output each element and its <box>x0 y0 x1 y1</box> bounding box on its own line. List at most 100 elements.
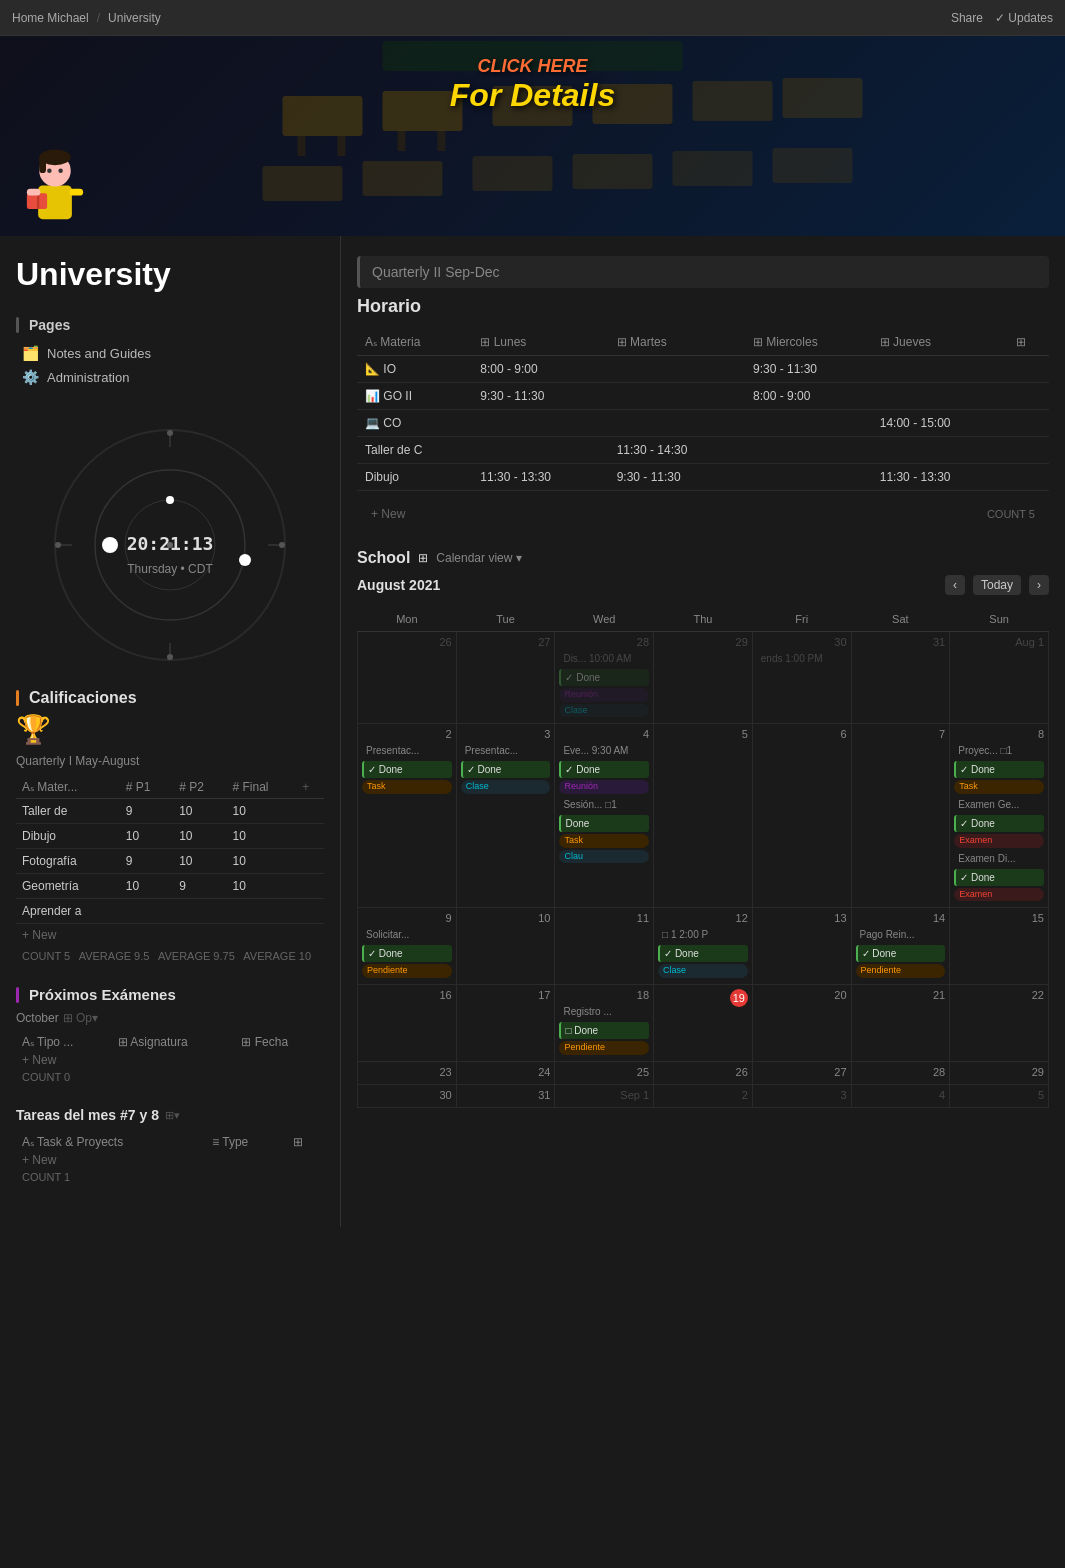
calendar-event[interactable]: Done <box>559 815 649 832</box>
calendar-event[interactable]: Solicitar... <box>362 926 452 943</box>
calendar-cell[interactable]: 28 <box>851 1061 950 1084</box>
calendar-event[interactable]: ✓ Done <box>461 761 551 778</box>
calendar-cell[interactable]: 5 <box>654 724 753 908</box>
calendar-cell[interactable]: 30 <box>358 1084 457 1107</box>
calendar-event[interactable]: □ 1 2:00 P <box>658 926 748 943</box>
calendar-cell[interactable]: 4 <box>851 1084 950 1107</box>
calendar-event[interactable]: Presentac... <box>362 742 452 759</box>
calendar-cell[interactable]: 13 <box>752 908 851 985</box>
calendar-event[interactable]: Presentac... <box>461 742 551 759</box>
calendar-cell[interactable]: 26 <box>358 632 457 724</box>
home-breadcrumb[interactable]: Home Michael <box>12 11 89 25</box>
calendar-event[interactable]: Proyec... □1 <box>954 742 1044 759</box>
next-month-button[interactable]: › <box>1029 575 1049 595</box>
schedule-add-new[interactable]: + New <box>365 503 411 525</box>
calendar-event[interactable]: □ Done <box>559 1022 649 1039</box>
calendar-event[interactable]: Clase <box>658 964 748 978</box>
calendar-cell[interactable]: 25 <box>555 1061 654 1084</box>
calendar-event[interactable]: Clase <box>461 780 551 794</box>
calendar-cell[interactable]: 3Presentac...✓ DoneClase <box>456 724 555 908</box>
calendar-cell[interactable]: 19 <box>654 985 753 1062</box>
calendar-event[interactable]: Dis... 10:00 AM <box>559 650 649 667</box>
administration-item[interactable]: ⚙️ Administration <box>16 365 324 389</box>
calendar-cell[interactable]: 21 <box>851 985 950 1062</box>
calendar-event[interactable]: ✓ Done <box>559 761 649 778</box>
calendar-event[interactable]: Eve... 9:30 AM <box>559 742 649 759</box>
day-number: 13 <box>757 912 847 924</box>
calendar-cell[interactable]: Aug 1 <box>950 632 1049 724</box>
calendar-cell[interactable]: 31 <box>456 1084 555 1107</box>
calendar-event[interactable]: Reunión <box>559 780 649 794</box>
calendar-event[interactable]: ✓ Done <box>954 869 1044 886</box>
updates-button[interactable]: ✓ Updates <box>995 11 1053 25</box>
calendar-cell[interactable]: 30ends 1:00 PM <box>752 632 851 724</box>
calendar-cell[interactable]: 29 <box>654 632 753 724</box>
calendar-cell[interactable]: 8Proyec... □1✓ DoneTaskExamen Ge...✓ Don… <box>950 724 1049 908</box>
calendar-event[interactable]: Task <box>559 834 649 848</box>
calendar-event[interactable]: Clase <box>559 704 649 718</box>
calendar-event[interactable]: ✓ Done <box>362 761 452 778</box>
calendar-cell[interactable]: 28Dis... 10:00 AM✓ DoneReuniónClase <box>555 632 654 724</box>
calendar-cell[interactable]: 22 <box>950 985 1049 1062</box>
col-final: # Final <box>226 776 296 799</box>
calendar-cell[interactable]: 2 <box>654 1084 753 1107</box>
svg-point-43 <box>55 542 61 548</box>
calendar-cell[interactable]: 5 <box>950 1084 1049 1107</box>
calendar-cell[interactable]: 26 <box>654 1061 753 1084</box>
calendar-event[interactable]: Task <box>954 780 1044 794</box>
calendar-event[interactable]: Task <box>362 780 452 794</box>
calendar-cell[interactable]: 18Registro ...□ DonePendiente <box>555 985 654 1062</box>
calendar-cell[interactable]: 31 <box>851 632 950 724</box>
notes-icon: 🗂️ <box>22 345 39 361</box>
calendar-cell[interactable]: 9Solicitar...✓ DonePendiente <box>358 908 457 985</box>
calendar-cell[interactable]: 15 <box>950 908 1049 985</box>
calendar-cell[interactable]: 16 <box>358 985 457 1062</box>
calendar-cell[interactable]: 27 <box>752 1061 851 1084</box>
calendar-cell[interactable]: 27 <box>456 632 555 724</box>
calendar-cell[interactable]: 10 <box>456 908 555 985</box>
exam-add-new[interactable]: + New <box>16 1049 62 1071</box>
notes-guides-item[interactable]: 🗂️ Notes and Guides <box>16 341 324 365</box>
calendar-cell[interactable]: 7 <box>851 724 950 908</box>
calendar-event[interactable]: ✓ Done <box>559 669 649 686</box>
calendar-cell[interactable]: 12□ 1 2:00 P✓ DoneClase <box>654 908 753 985</box>
calendar-event[interactable]: ends 1:00 PM <box>757 650 847 667</box>
grades-add-new[interactable]: + New <box>16 924 324 946</box>
calendar-event[interactable]: Sesión... □1 <box>559 796 649 813</box>
calendar-cell[interactable]: 23 <box>358 1061 457 1084</box>
calendar-event[interactable]: Pendiente <box>856 964 946 978</box>
calendar-cell[interactable]: 17 <box>456 985 555 1062</box>
calendar-event[interactable]: Pendiente <box>559 1041 649 1055</box>
calendar-event[interactable]: ✓ Done <box>658 945 748 962</box>
calendar-cell[interactable]: 4Eve... 9:30 AM✓ DoneReuniónSesión... □1… <box>555 724 654 908</box>
calendar-event[interactable]: ✓ Done <box>954 761 1044 778</box>
calendar-event[interactable]: Reunión <box>559 688 649 702</box>
calendar-cell[interactable]: 11 <box>555 908 654 985</box>
calendar-cell[interactable]: 14Pago Rein...✓ DonePendiente <box>851 908 950 985</box>
calendar-cell[interactable]: 2Presentac...✓ DoneTask <box>358 724 457 908</box>
col-add[interactable]: + <box>296 776 324 799</box>
hero-cta[interactable]: CLICK HERE For Details <box>450 56 615 114</box>
calendar-event[interactable]: Clau <box>559 850 649 864</box>
prev-month-button[interactable]: ‹ <box>945 575 965 595</box>
share-button[interactable]: Share <box>951 11 983 25</box>
calendar-event[interactable]: Registro ... <box>559 1003 649 1020</box>
calendar-event[interactable]: ✓ Done <box>856 945 946 962</box>
calendar-event[interactable]: Examen <box>954 834 1044 848</box>
calendar-cell[interactable]: 24 <box>456 1061 555 1084</box>
tareas-add-new[interactable]: + New <box>16 1149 62 1171</box>
calendar-event[interactable]: Examen <box>954 888 1044 902</box>
calendar-cell[interactable]: 3 <box>752 1084 851 1107</box>
calendar-event[interactable]: Pendiente <box>362 964 452 978</box>
calendar-view-selector[interactable]: Calendar view ▾ <box>436 551 522 565</box>
calendar-cell[interactable]: Sep 1 <box>555 1084 654 1107</box>
today-button[interactable]: Today <box>973 575 1021 595</box>
calendar-event[interactable]: ✓ Done <box>954 815 1044 832</box>
calendar-event[interactable]: ✓ Done <box>362 945 452 962</box>
calendar-cell[interactable]: 20 <box>752 985 851 1062</box>
calendar-cell[interactable]: 6 <box>752 724 851 908</box>
calendar-cell[interactable]: 29 <box>950 1061 1049 1084</box>
calendar-event[interactable]: Examen Di... <box>954 850 1044 867</box>
calendar-event[interactable]: Examen Ge... <box>954 796 1044 813</box>
calendar-event[interactable]: Pago Rein... <box>856 926 946 943</box>
